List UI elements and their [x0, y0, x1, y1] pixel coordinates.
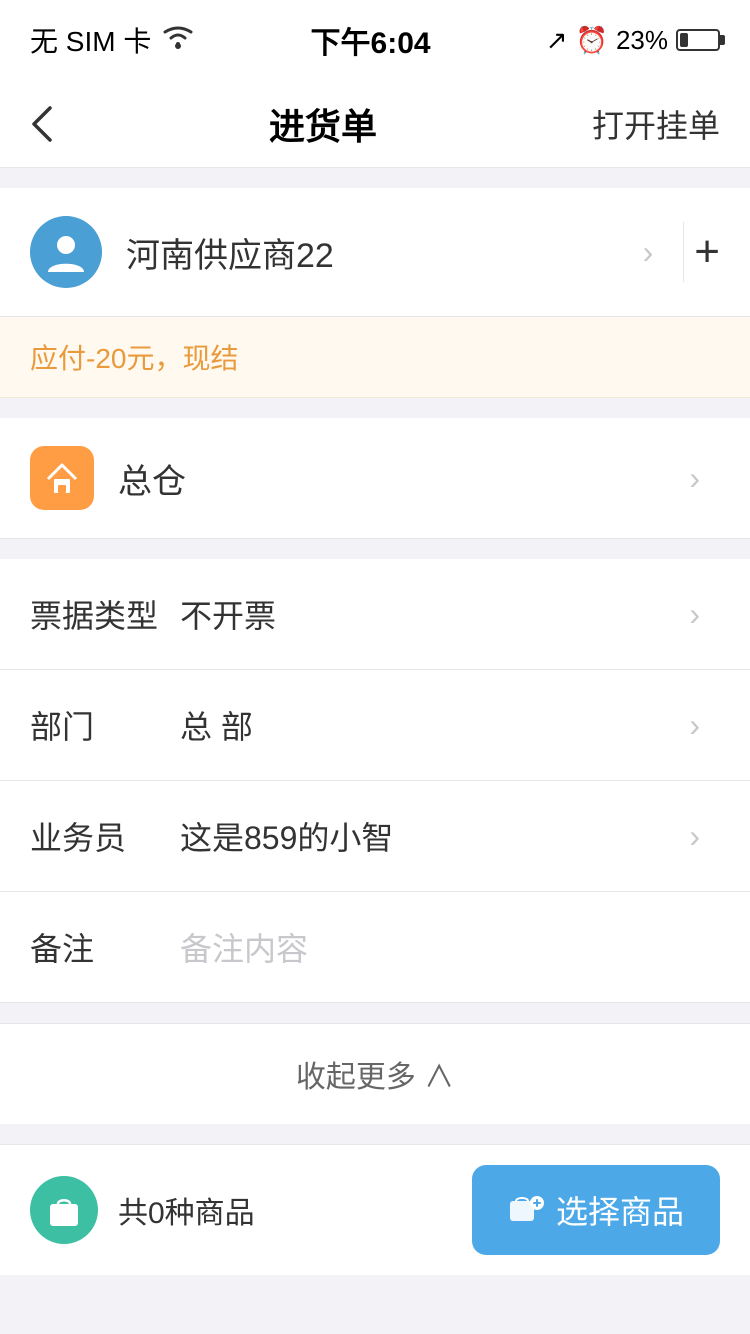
supplier-row[interactable]: 河南供应商22 › +	[0, 188, 750, 317]
vertical-divider	[683, 222, 684, 282]
form-section: 票据类型 不开票 › 部门 总 部 › 业务员 这是859的小智 › 备注 备注…	[0, 559, 750, 1003]
add-supplier-button[interactable]: +	[694, 230, 720, 274]
product-count-icon	[30, 1176, 98, 1244]
department-value: 总 部	[180, 702, 689, 748]
warehouse-icon	[30, 446, 94, 510]
back-button[interactable]	[30, 104, 54, 144]
select-product-button[interactable]: 选择商品	[472, 1165, 720, 1255]
select-product-label: 选择商品	[556, 1187, 684, 1233]
page-title: 进货单	[269, 98, 377, 150]
bottom-bar: 共0种商品 选择商品	[0, 1144, 750, 1275]
battery-icon	[676, 29, 720, 51]
remark-label: 备注	[30, 924, 170, 970]
department-chevron-icon: ›	[689, 707, 700, 744]
status-bar: 无 SIM 卡 下午6:04 ↗ ⏰ 23%	[0, 0, 750, 80]
salesperson-label: 业务员	[30, 813, 170, 859]
invoice-type-value: 不开票	[180, 591, 689, 637]
status-right: ↗ ⏰ 23%	[546, 25, 720, 56]
supplier-name: 河南供应商22	[126, 228, 643, 277]
supplier-section: 河南供应商22 › + 应付-20元，现结	[0, 188, 750, 398]
wifi-icon	[161, 24, 195, 57]
carrier-text: 无 SIM 卡	[30, 20, 151, 60]
salesperson-chevron-icon: ›	[689, 818, 700, 855]
warehouse-name: 总仓	[118, 454, 689, 503]
remark-row[interactable]: 备注 备注内容	[0, 892, 750, 1003]
battery-percent: 23%	[616, 25, 668, 56]
salesperson-value: 这是859的小智	[180, 813, 689, 859]
product-count-text: 共0种商品	[118, 1188, 472, 1232]
warehouse-chevron-icon: ›	[689, 460, 700, 497]
invoice-type-label: 票据类型	[30, 591, 170, 637]
collapse-button[interactable]: 收起更多 ∧	[0, 1023, 750, 1124]
notice-text: 应付-20元，现结	[30, 343, 238, 374]
supplier-chevron-icon: ›	[643, 234, 654, 271]
notice-banner: 应付-20元，现结	[0, 317, 750, 398]
department-row[interactable]: 部门 总 部 ›	[0, 670, 750, 781]
invoice-type-row[interactable]: 票据类型 不开票 ›	[0, 559, 750, 670]
invoice-chevron-icon: ›	[689, 596, 700, 633]
collapse-label: 收起更多 ∧	[296, 1052, 454, 1096]
warehouse-section: 总仓 ›	[0, 418, 750, 539]
top-divider	[0, 168, 750, 188]
salesperson-row[interactable]: 业务员 这是859的小智 ›	[0, 781, 750, 892]
supplier-avatar	[30, 216, 102, 288]
open-pending-button[interactable]: 打开挂单	[592, 101, 720, 147]
alarm-icon: ⏰	[576, 25, 608, 56]
warehouse-row[interactable]: 总仓 ›	[0, 418, 750, 539]
department-label: 部门	[30, 702, 170, 748]
status-time: 下午6:04	[311, 18, 431, 62]
nav-bar: 进货单 打开挂单	[0, 80, 750, 168]
status-left: 无 SIM 卡	[30, 20, 195, 60]
remark-input[interactable]: 备注内容	[180, 924, 720, 970]
location-icon: ↗	[546, 25, 568, 56]
